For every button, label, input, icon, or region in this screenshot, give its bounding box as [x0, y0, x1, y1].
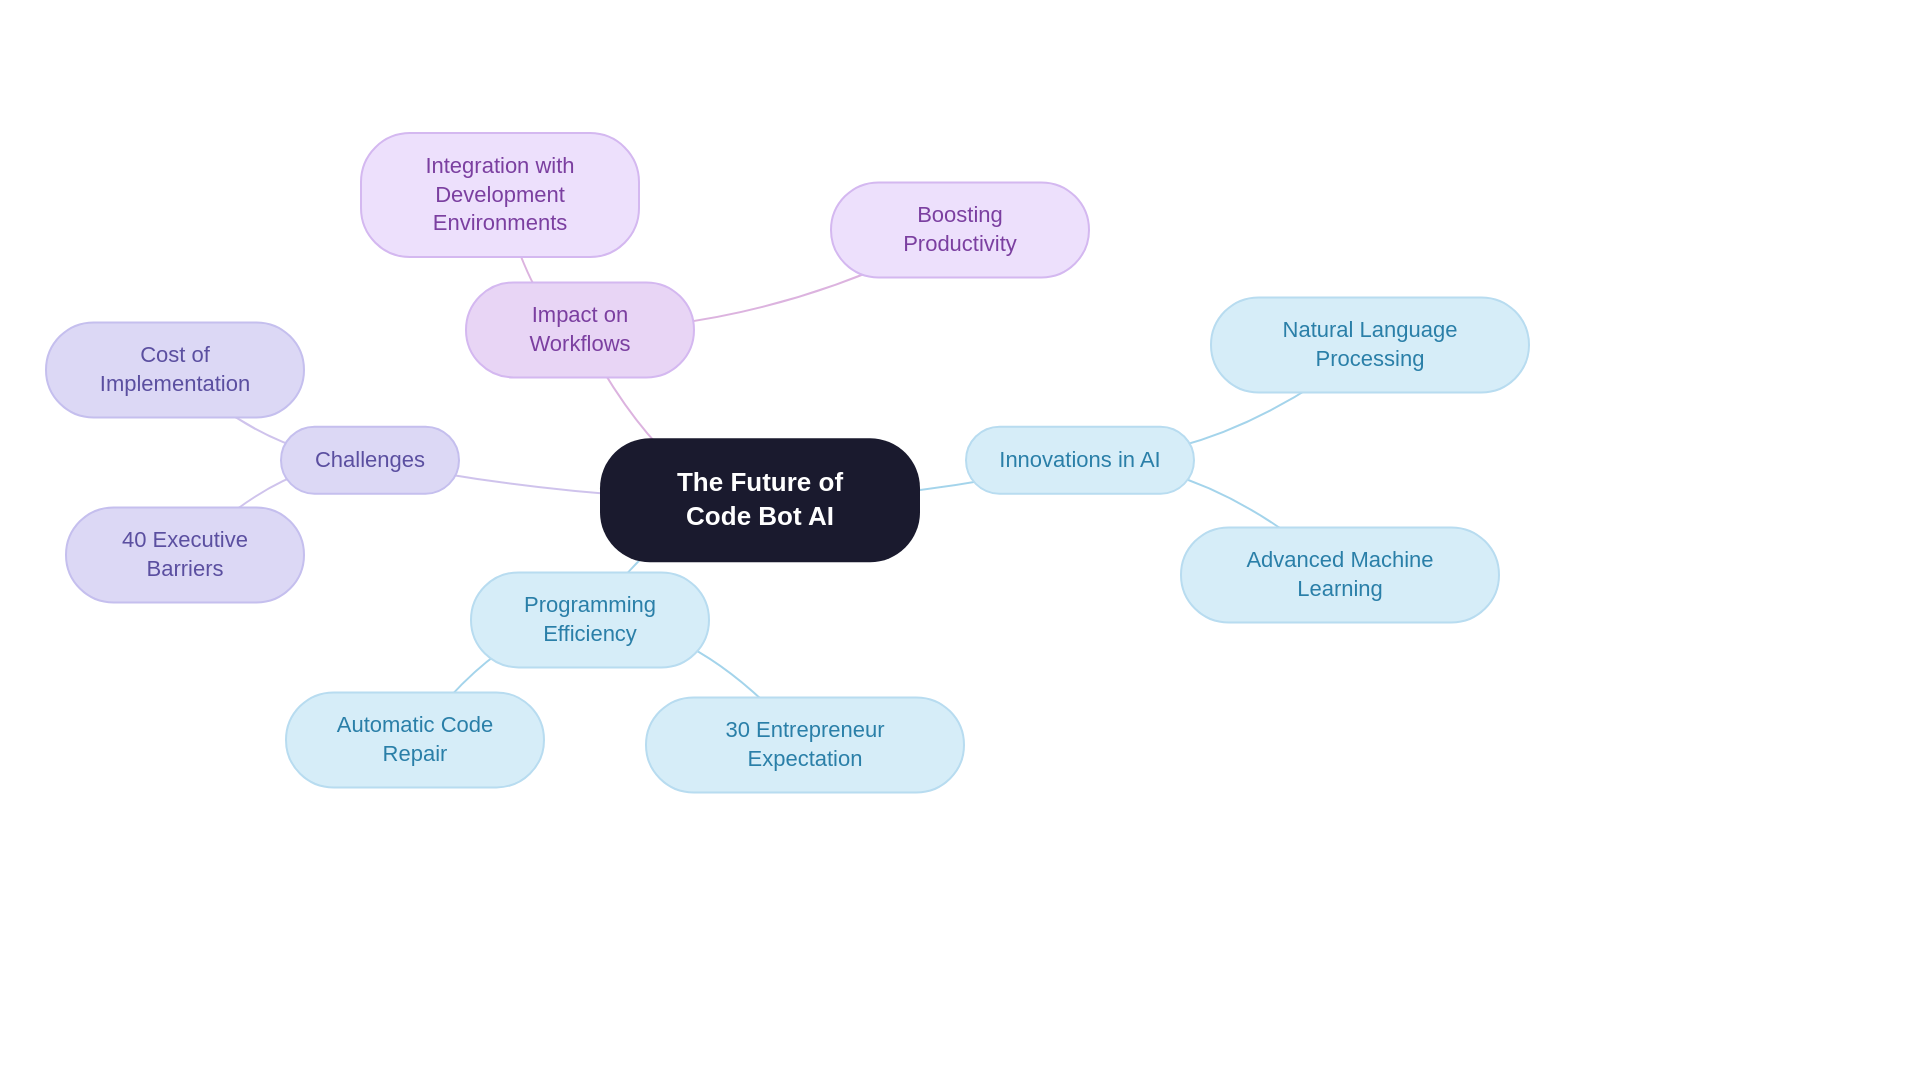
- nlp-node[interactable]: Natural Language Processing: [1210, 296, 1530, 393]
- center-node-label: The Future of Code Bot AI: [656, 466, 864, 534]
- advanced-ml-label: Advanced Machine Learning: [1214, 546, 1466, 603]
- entrepreneur-expectation-label: 30 Entrepreneur Expectation: [679, 716, 931, 773]
- cost-implementation-node[interactable]: Cost of Implementation: [45, 321, 305, 418]
- boosting-productivity-node[interactable]: Boosting Productivity: [830, 181, 1090, 278]
- impact-workflows-node[interactable]: Impact on Workflows: [465, 281, 695, 378]
- center-node[interactable]: The Future of Code Bot AI: [600, 438, 920, 562]
- impact-workflows-label: Impact on Workflows: [499, 301, 661, 358]
- cost-implementation-label: Cost of Implementation: [79, 341, 271, 398]
- auto-code-repair-label: Automatic Code Repair: [319, 711, 511, 768]
- innovations-label: Innovations in AI: [999, 446, 1160, 475]
- nlp-label: Natural Language Processing: [1244, 316, 1496, 373]
- integration-dev-node[interactable]: Integration with Development Environment…: [360, 132, 640, 258]
- innovations-node[interactable]: Innovations in AI: [965, 426, 1195, 495]
- challenges-label: Challenges: [315, 446, 425, 475]
- executive-barriers-label: 40 Executive Barriers: [99, 526, 271, 583]
- programming-efficiency-label: Programming Efficiency: [504, 591, 676, 648]
- challenges-node[interactable]: Challenges: [280, 426, 460, 495]
- executive-barriers-node[interactable]: 40 Executive Barriers: [65, 506, 305, 603]
- boosting-productivity-label: Boosting Productivity: [864, 201, 1056, 258]
- advanced-ml-node[interactable]: Advanced Machine Learning: [1180, 526, 1500, 623]
- entrepreneur-expectation-node[interactable]: 30 Entrepreneur Expectation: [645, 696, 965, 793]
- integration-dev-label: Integration with Development Environment…: [394, 152, 606, 238]
- programming-efficiency-node[interactable]: Programming Efficiency: [470, 571, 710, 668]
- auto-code-repair-node[interactable]: Automatic Code Repair: [285, 691, 545, 788]
